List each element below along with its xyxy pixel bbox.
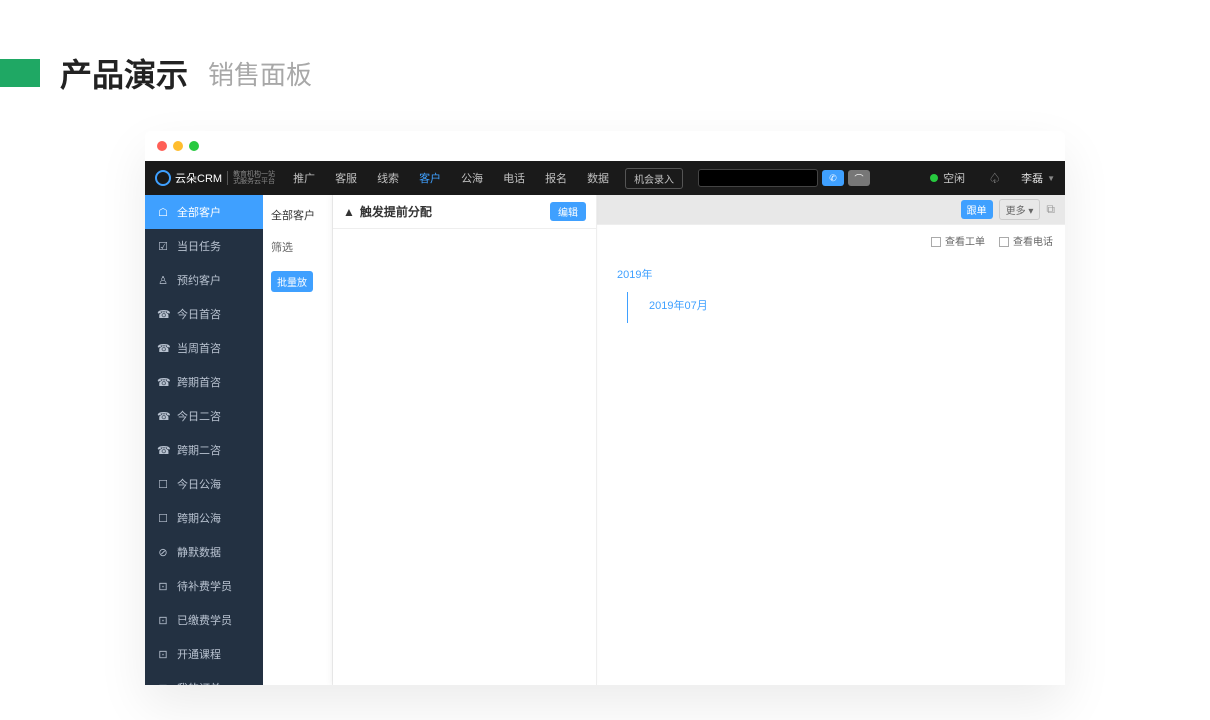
sidebar-icon: ☎	[157, 410, 169, 423]
sidebar-icon: ⊡	[157, 648, 169, 661]
sidebar-icon: ☎	[157, 444, 169, 457]
sidebar-icon: ☐	[157, 512, 169, 525]
hangup-icon: ⌒	[855, 172, 864, 185]
sidebar-item-label: 预约客户	[177, 272, 221, 288]
sidebar: ☖ 全部客户 ☑ 当日任务 ♙ 预约客户 ☎ 今日首咨 ☎ 当周首咨 ☎ 跨期首咨 ☎ 今日二咨 ☎ 跨期二咨…	[145, 195, 263, 685]
sidebar-icon: ⊡	[157, 614, 169, 627]
timeline-month: 2019年07月	[621, 292, 1045, 323]
sidebar-item-跨期首咨[interactable]: ☎ 跨期首咨	[145, 365, 263, 399]
slide-header: 产品演示 销售面板	[0, 0, 1210, 131]
sidebar-item-label: 待补费学员	[177, 578, 232, 594]
nav-item-推广[interactable]: 推广	[285, 166, 323, 190]
page-subtitle: 销售面板	[208, 55, 312, 92]
accent-block	[0, 59, 40, 87]
sidebar-item-全部客户[interactable]: ☖ 全部客户	[145, 195, 263, 229]
sidebar-item-label: 全部客户	[177, 204, 221, 220]
sidebar-item-label: 跨期公海	[177, 510, 221, 526]
activity-panel: 跟单 更多 ▾ ⧉ 查看工单 查看电话 2019年 2019年07月	[597, 195, 1065, 685]
logo-icon	[155, 170, 171, 186]
sidebar-item-跨期公海[interactable]: ☐ 跨期公海	[145, 501, 263, 535]
hangup-button[interactable]: ⌒	[848, 170, 870, 186]
zoom-icon[interactable]	[189, 141, 199, 151]
batch-button[interactable]: 批量放	[271, 271, 313, 292]
top-nav: 推广客服线索客户公海电话报名数据	[285, 166, 617, 190]
sidebar-item-跨期二咨[interactable]: ☎ 跨期二咨	[145, 433, 263, 467]
phone-button[interactable]: ✆	[822, 170, 844, 186]
sidebar-item-label: 今日首咨	[177, 306, 221, 322]
follow-badge[interactable]: 跟单	[961, 200, 993, 219]
sidebar-item-我的订单[interactable]: ⊡ 我的订单	[145, 671, 263, 685]
customer-detail-panel: ▲ 触发提前分配 编辑	[333, 195, 597, 685]
status-text: 空闲	[943, 170, 965, 186]
minimize-icon[interactable]	[173, 141, 183, 151]
logo: 云朵CRM 教育机构一站 式服务云平台	[155, 170, 275, 186]
status-dot-icon	[930, 174, 938, 182]
sidebar-icon: ☖	[157, 206, 169, 219]
nav-item-数据[interactable]: 数据	[579, 166, 617, 190]
sidebar-icon: ☎	[157, 308, 169, 321]
list-header: 全部客户	[263, 195, 332, 231]
sidebar-item-今日首咨[interactable]: ☎ 今日首咨	[145, 297, 263, 331]
nav-item-线索[interactable]: 线索	[369, 166, 407, 190]
sidebar-item-当日任务[interactable]: ☑ 当日任务	[145, 229, 263, 263]
sidebar-icon: ☎	[157, 376, 169, 389]
sidebar-item-已缴费学员[interactable]: ⊡ 已缴费学员	[145, 603, 263, 637]
search-input[interactable]	[698, 169, 818, 187]
sidebar-icon: ⊡	[157, 682, 169, 686]
edit-button[interactable]: 编辑	[550, 202, 586, 221]
customer-list: 全部客户 筛选 批量放	[263, 195, 333, 685]
sidebar-icon: ☐	[157, 478, 169, 491]
opportunity-button[interactable]: 机会录入	[625, 168, 683, 189]
sidebar-item-label: 静默数据	[177, 544, 221, 560]
chevron-down-icon[interactable]: ▼	[1047, 174, 1055, 183]
logo-subtitle: 教育机构一站 式服务云平台	[227, 171, 275, 185]
nav-item-客户[interactable]: 客户	[411, 166, 449, 190]
close-icon[interactable]	[157, 141, 167, 151]
sidebar-item-今日二咨[interactable]: ☎ 今日二咨	[145, 399, 263, 433]
sidebar-item-开通课程[interactable]: ⊡ 开通课程	[145, 637, 263, 671]
detail-title: 触发提前分配	[360, 203, 432, 220]
sidebar-item-当周首咨[interactable]: ☎ 当周首咨	[145, 331, 263, 365]
current-user[interactable]: 李磊	[1021, 170, 1043, 186]
more-button[interactable]: 更多 ▾	[999, 199, 1041, 220]
nav-item-公海[interactable]: 公海	[453, 166, 491, 190]
view-phone-checkbox[interactable]: 查看电话	[999, 233, 1053, 248]
logo-text: 云朵CRM	[175, 170, 222, 186]
nav-item-报名[interactable]: 报名	[537, 166, 575, 190]
sidebar-item-label: 跨期首咨	[177, 374, 221, 390]
view-ticket-checkbox[interactable]: 查看工单	[931, 233, 985, 248]
sidebar-icon: ☑	[157, 240, 169, 253]
page-title: 产品演示	[60, 50, 188, 96]
sidebar-icon: ⊡	[157, 580, 169, 593]
sidebar-item-预约客户[interactable]: ♙ 预约客户	[145, 263, 263, 297]
copy-icon[interactable]: ⧉	[1046, 202, 1055, 217]
bell-icon[interactable]: ♤	[989, 170, 1002, 187]
nav-item-客服[interactable]: 客服	[327, 166, 365, 190]
sidebar-item-静默数据[interactable]: ⊘ 静默数据	[145, 535, 263, 569]
sidebar-icon: ♙	[157, 274, 169, 287]
sidebar-item-label: 我的订单	[177, 680, 221, 685]
sidebar-item-label: 当周首咨	[177, 340, 221, 356]
sidebar-item-label: 今日二咨	[177, 408, 221, 424]
top-bar: 云朵CRM 教育机构一站 式服务云平台 推广客服线索客户公海电话报名数据 机会录…	[145, 161, 1065, 195]
sidebar-item-label: 当日任务	[177, 238, 221, 254]
window-titlebar	[145, 131, 1065, 161]
user-icon: ▲	[343, 205, 355, 219]
filter-label: 筛选	[263, 231, 332, 263]
phone-icon: ✆	[829, 173, 837, 184]
sidebar-icon: ⊘	[157, 546, 169, 559]
activity-timeline: 2019年 2019年07月	[597, 256, 1065, 328]
sidebar-item-label: 开通课程	[177, 646, 221, 662]
timeline-year: 2019年	[617, 261, 1045, 292]
app-window: 云朵CRM 教育机构一站 式服务云平台 推广客服线索客户公海电话报名数据 机会录…	[145, 131, 1065, 685]
sidebar-item-今日公海[interactable]: ☐ 今日公海	[145, 467, 263, 501]
sidebar-item-label: 今日公海	[177, 476, 221, 492]
sidebar-item-待补费学员[interactable]: ⊡ 待补费学员	[145, 569, 263, 603]
nav-item-电话[interactable]: 电话	[495, 166, 533, 190]
sidebar-item-label: 已缴费学员	[177, 612, 232, 628]
sidebar-item-label: 跨期二咨	[177, 442, 221, 458]
sidebar-icon: ☎	[157, 342, 169, 355]
